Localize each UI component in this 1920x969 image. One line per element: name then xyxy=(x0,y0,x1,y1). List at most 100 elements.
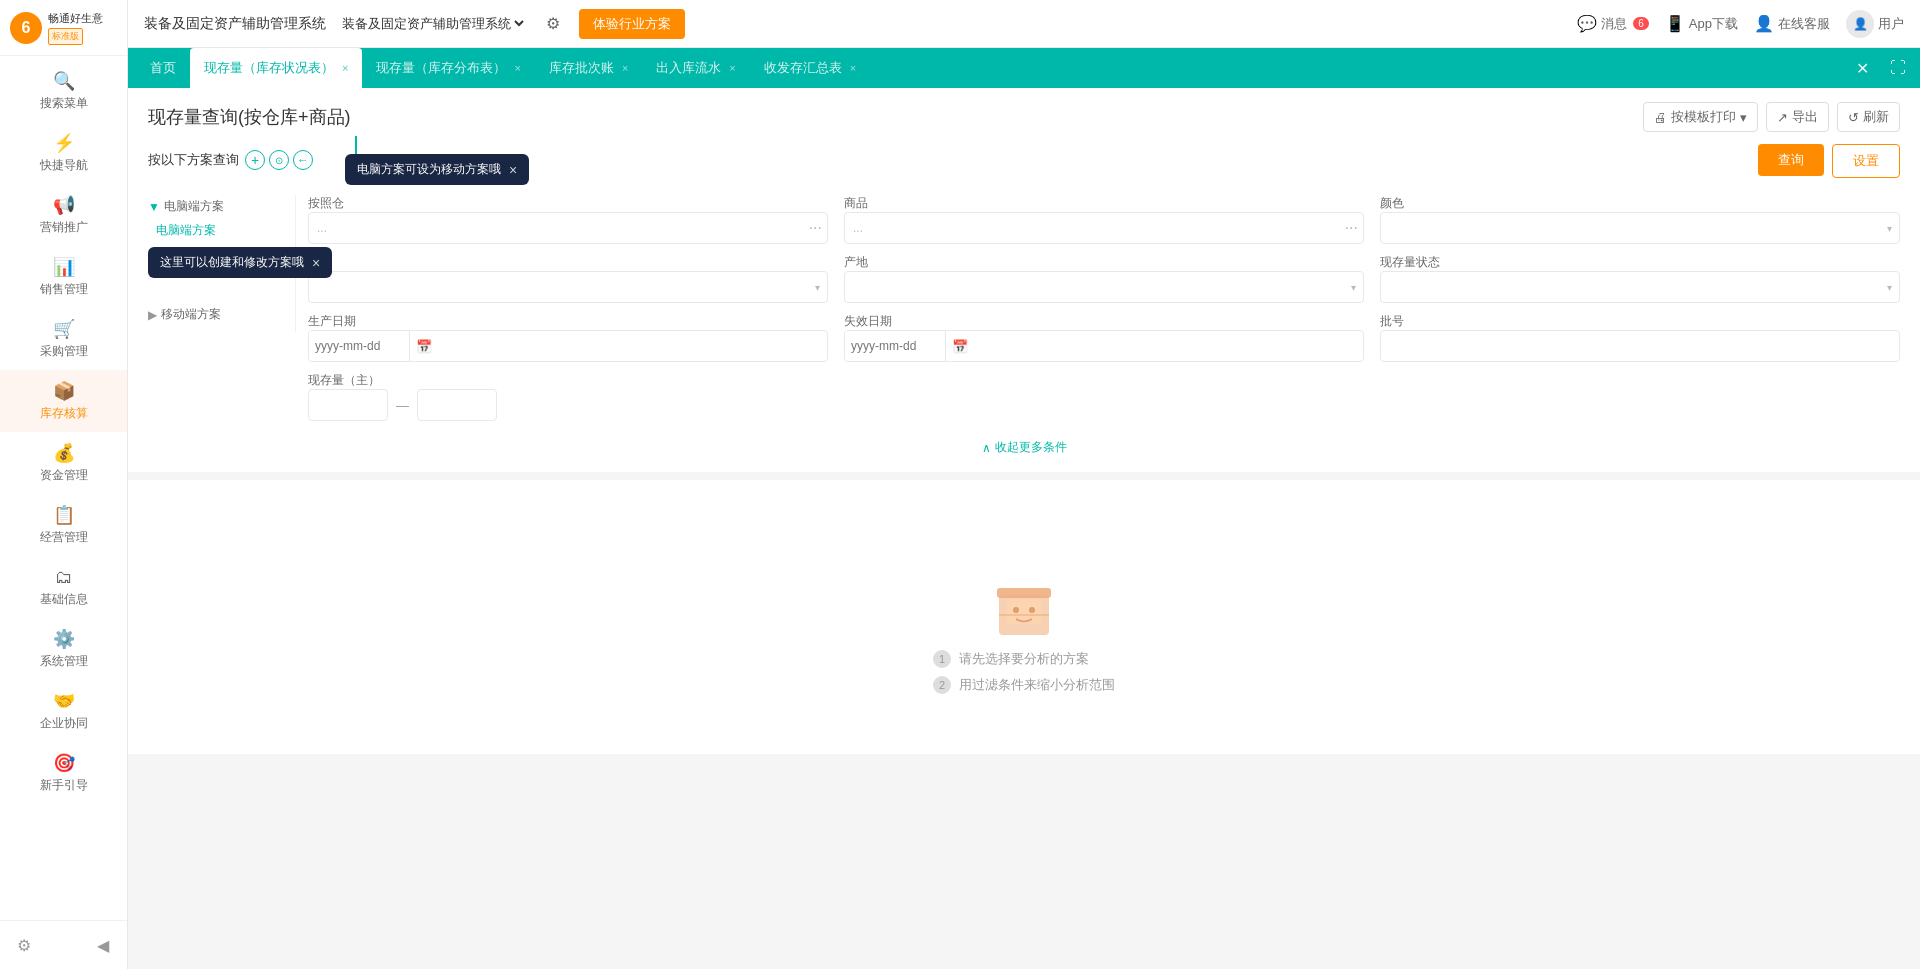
set-button[interactable]: 设置 xyxy=(1832,144,1900,178)
marketing-icon: 📢 xyxy=(53,194,75,216)
filter-size: 尺码 ▾ xyxy=(308,254,828,303)
template-print-label: 按模板打印 xyxy=(1671,108,1736,126)
sidebar-item-label-search: 搜索菜单 xyxy=(40,95,88,112)
production-date-cal-icon[interactable]: 📅 xyxy=(409,331,437,361)
batch-no-input[interactable] xyxy=(1380,330,1900,362)
sidebar-item-label-base: 基础信息 xyxy=(40,591,88,608)
expire-date-start[interactable] xyxy=(845,331,945,361)
tab-recv-summary[interactable]: 收发存汇总表 × xyxy=(750,48,870,88)
tooltip1-text: 电脑方案可设为移动方案哦 xyxy=(357,161,501,178)
template-print-button[interactable]: 🖨 按模板打印 ▾ xyxy=(1643,102,1758,132)
filter-inventory-amount: 现存量（主） — xyxy=(308,372,497,421)
sidebar-item-finance[interactable]: 💰 资金管理 xyxy=(0,432,127,494)
origin-input[interactable] xyxy=(844,271,1364,303)
size-input[interactable] xyxy=(308,271,828,303)
sidebar-item-label-enterprise: 企业协同 xyxy=(40,715,88,732)
query-button[interactable]: 查询 xyxy=(1758,144,1824,176)
tab-inventory-dist[interactable]: 现存量（库存分布表） × xyxy=(362,48,534,88)
warehouse-more-icon[interactable]: ··· xyxy=(809,219,822,237)
inventory-status-input[interactable] xyxy=(1380,271,1900,303)
user-action[interactable]: 👤 用户 xyxy=(1846,10,1904,38)
header-settings-icon[interactable]: ⚙ xyxy=(539,10,567,38)
tab-home[interactable]: 首页 xyxy=(136,48,190,88)
sidebar-collapse-icon[interactable]: ◀ xyxy=(89,931,117,959)
sidebar-item-guide[interactable]: 🎯 新手引导 xyxy=(0,742,127,804)
sidebar-item-system[interactable]: ⚙️ 系统管理 xyxy=(0,618,127,680)
system-select[interactable]: 装备及固定资产辅助管理系统 xyxy=(338,15,527,32)
hint-num-2: 2 xyxy=(933,676,951,694)
inventory-icon: 📦 xyxy=(53,380,75,402)
desktop-scheme-item[interactable]: 电脑端方案 xyxy=(148,218,283,243)
finance-icon: 💰 xyxy=(53,442,75,464)
add-scheme-button[interactable]: + xyxy=(245,150,265,170)
system-name: 装备及固定资产辅助管理系统 xyxy=(144,15,326,33)
template-dropdown-icon: ▾ xyxy=(1740,110,1747,125)
tab-fullscreen-icon[interactable]: ⛶ xyxy=(1884,54,1912,82)
production-date-start[interactable] xyxy=(309,331,409,361)
expire-date-label: 失效日期 xyxy=(844,313,1364,330)
expire-date-cal-icon[interactable]: 📅 xyxy=(945,331,973,361)
empty-illustration xyxy=(979,560,1069,650)
avatar: 👤 xyxy=(1846,10,1874,38)
scheme-panel: ▼ 电脑端方案 电脑端方案 这里可以创建和修改方案哦 × xyxy=(148,195,296,332)
inventory-amount-min[interactable] xyxy=(308,389,388,421)
logo: 6 畅通好生意 标准版 xyxy=(0,0,127,56)
tab-inventory-dist-label: 现存量（库存分布表） xyxy=(376,59,506,77)
sidebar-item-label-sales: 销售管理 xyxy=(40,281,88,298)
sidebar-bottom: ⚙ ◀ xyxy=(0,920,127,969)
tab-inventory-status-close[interactable]: × xyxy=(342,62,348,74)
refresh-button[interactable]: ↺ 刷新 xyxy=(1837,102,1900,132)
sidebar-item-enterprise[interactable]: 🤝 企业协同 xyxy=(0,680,127,742)
sidebar-item-label-inventory: 库存核算 xyxy=(40,405,88,422)
collapse-button[interactable]: ∧ 收起更多条件 xyxy=(982,439,1067,456)
filter-label-text: 按以下方案查询 xyxy=(148,151,239,169)
export-button[interactable]: ↗ 导出 xyxy=(1766,102,1829,132)
sidebar-item-marketing[interactable]: 📢 营销推广 xyxy=(0,184,127,246)
industry-button[interactable]: 体验行业方案 xyxy=(579,9,685,39)
back-scheme-button[interactable]: ← xyxy=(293,150,313,170)
goods-more-icon[interactable]: ··· xyxy=(1345,219,1358,237)
color-input[interactable] xyxy=(1380,212,1900,244)
tab-in-out-flow-close[interactable]: × xyxy=(729,62,735,74)
copy-scheme-button[interactable]: ⊙ xyxy=(269,150,289,170)
tab-in-out-flow[interactable]: 出入库流水 × xyxy=(642,48,749,88)
mobile-scheme-toggle[interactable]: ▶ 移动端方案 xyxy=(148,303,283,326)
tab-batch-ledger-close[interactable]: × xyxy=(622,62,628,74)
size-label: 尺码 xyxy=(308,254,828,271)
online-support-action[interactable]: 👤 在线客服 xyxy=(1754,14,1830,33)
page-header: 现存量查询(按仓库+商品) 🖨 按模板打印 ▾ ↗ 导出 ↺ 刷新 xyxy=(128,88,1920,132)
tab-close-all-icon[interactable]: ✕ xyxy=(1848,54,1876,82)
system-icon: ⚙️ xyxy=(53,628,75,650)
sidebar-item-quicknav[interactable]: ⚡ 快捷导航 xyxy=(0,122,127,184)
warehouse-input[interactable] xyxy=(308,212,828,244)
production-date-label: 生产日期 xyxy=(308,313,828,330)
goods-input-wrap: ··· xyxy=(844,212,1364,244)
tooltip1-close[interactable]: × xyxy=(509,162,517,178)
arrow-down-icon: ▼ xyxy=(148,200,160,214)
main-content: 装备及固定资产辅助管理系统 装备及固定资产辅助管理系统 ⚙ 体验行业方案 💬 消… xyxy=(128,0,1920,969)
sidebar-item-inventory[interactable]: 📦 库存核算 xyxy=(0,370,127,432)
sidebar-item-sales[interactable]: 📊 销售管理 xyxy=(0,246,127,308)
goods-input[interactable] xyxy=(844,212,1364,244)
tab-batch-ledger[interactable]: 库存批次账 × xyxy=(535,48,642,88)
sidebar-item-label-operation: 经营管理 xyxy=(40,529,88,546)
filter-label-row: 按以下方案查询 + ⊙ ← xyxy=(148,144,313,176)
notification-action[interactable]: 💬 消息 6 xyxy=(1577,14,1649,33)
tab-in-out-flow-label: 出入库流水 xyxy=(656,59,721,77)
sidebar-item-base[interactable]: 🗂 基础信息 xyxy=(0,556,127,618)
logo-badge: 标准版 xyxy=(48,28,83,45)
inventory-amount-max[interactable] xyxy=(417,389,497,421)
sidebar-item-purchase[interactable]: 🛒 采购管理 xyxy=(0,308,127,370)
sidebar-item-search[interactable]: 🔍 搜索菜单 xyxy=(0,60,127,122)
tooltip2-close[interactable]: × xyxy=(312,255,320,271)
sidebar-item-operation[interactable]: 📋 经营管理 xyxy=(0,494,127,556)
tab-inventory-status[interactable]: 现存量（库存状况表） × xyxy=(190,48,362,88)
tab-recv-summary-close[interactable]: × xyxy=(850,62,856,74)
tab-inventory-dist-close[interactable]: × xyxy=(514,62,520,74)
batch-no-input-wrap xyxy=(1380,330,1900,362)
sidebar-settings-icon[interactable]: ⚙ xyxy=(10,931,38,959)
empty-hints: 1 请先选择要分析的方案 2 用过滤条件来缩小分析范围 xyxy=(933,650,1115,694)
desktop-scheme-toggle[interactable]: ▼ 电脑端方案 xyxy=(148,195,283,218)
app-download-action[interactable]: 📱 App下载 xyxy=(1665,14,1738,33)
mobile-scheme-section: ▶ 移动端方案 xyxy=(148,303,283,326)
